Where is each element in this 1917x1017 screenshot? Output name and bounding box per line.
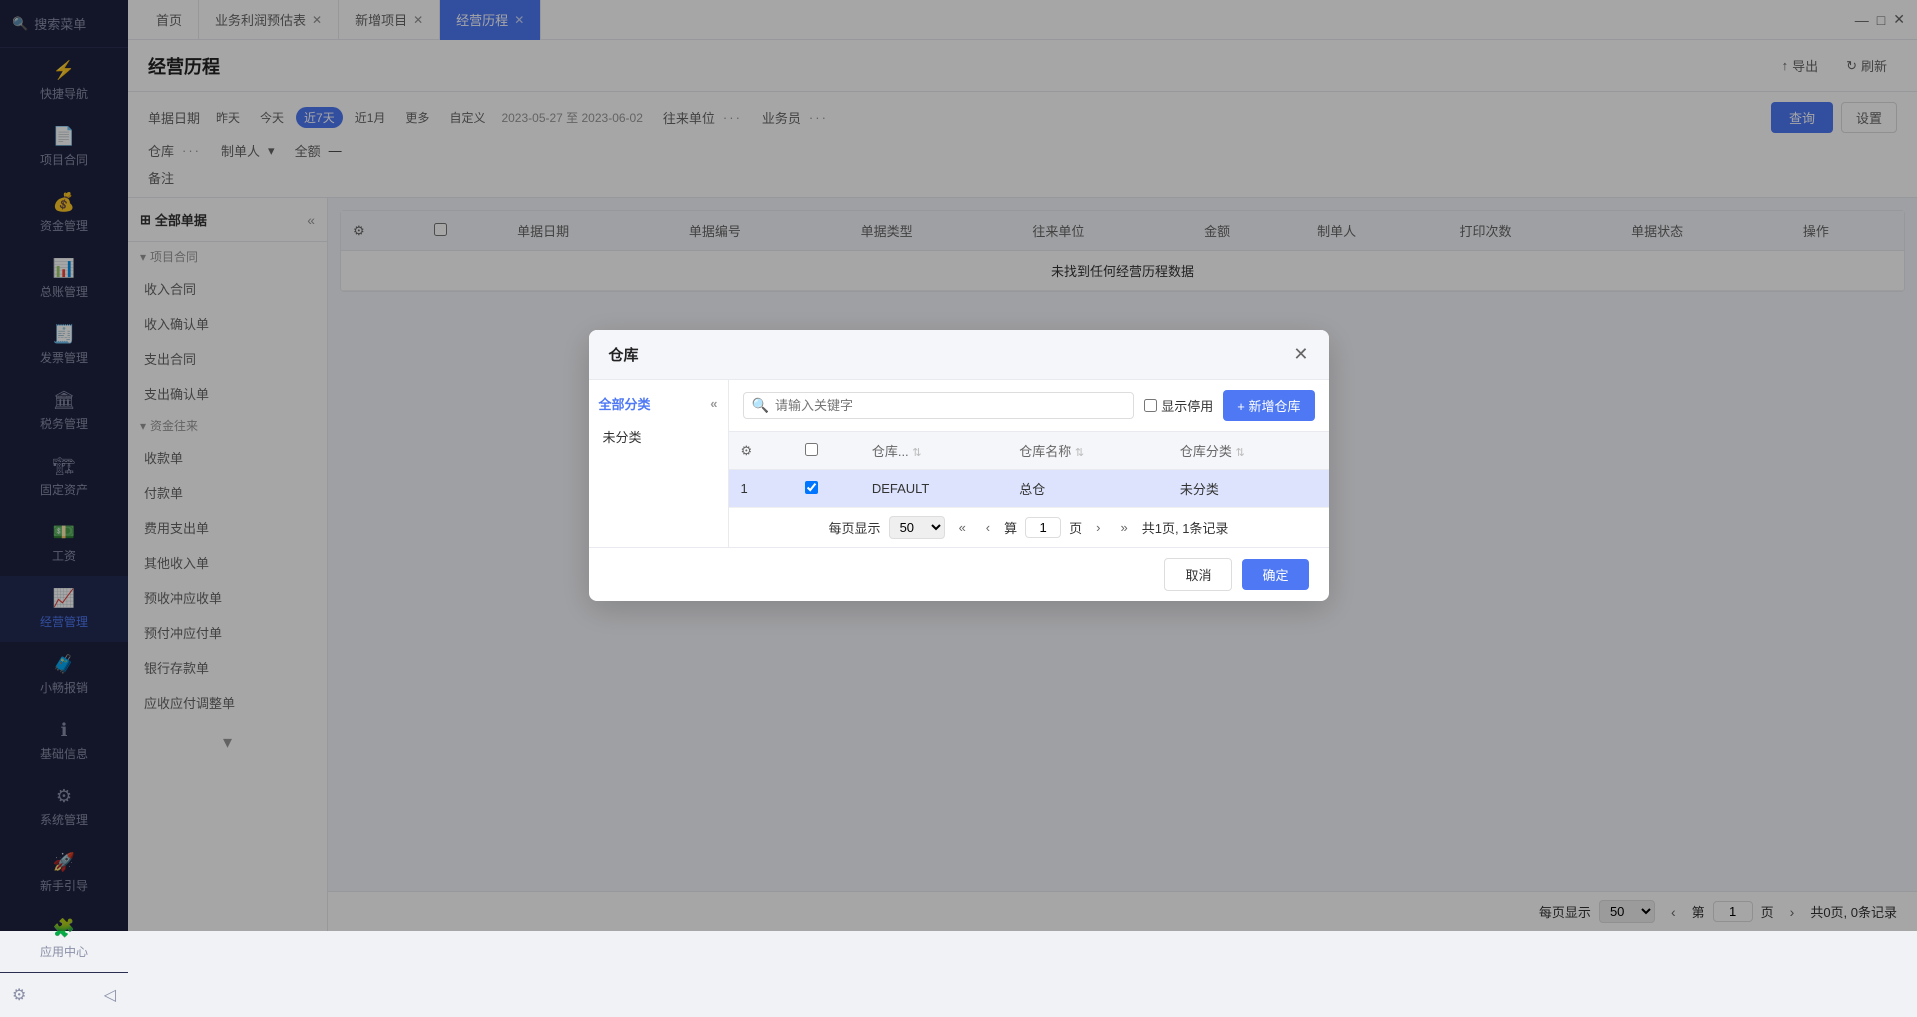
show-disabled-checkbox[interactable] — [1144, 399, 1157, 412]
modal-last-btn[interactable]: » — [1115, 518, 1134, 537]
modal-select-all[interactable] — [805, 443, 818, 456]
modal-search-box: 🔍 — [743, 392, 1135, 419]
modal-per-page-label: 每页显示 — [829, 518, 881, 537]
modal-category-unclassified[interactable]: 未分类 — [589, 419, 728, 454]
confirm-button[interactable]: 确定 — [1242, 559, 1308, 590]
volume-icon[interactable]: ◁ — [104, 985, 116, 1005]
modal-title: 仓库 — [609, 344, 639, 365]
mth-code: 仓库... ⇅ — [860, 432, 1007, 470]
row-name: 总仓 — [1007, 470, 1168, 508]
modal-prev-btn[interactable]: ‹ — [980, 518, 996, 537]
row-code: DEFAULT — [860, 470, 1007, 508]
modal-page-unit: 页 — [1069, 518, 1082, 537]
modal-table-area: ⚙ 仓库... ⇅ 仓库名称 ⇅ 仓库分类 ⇅ 1 DEFA — [729, 432, 1329, 508]
modal-first-btn[interactable]: « — [953, 518, 972, 537]
row-check — [793, 470, 860, 508]
settings-icon[interactable]: ⚙ — [12, 985, 26, 1005]
modal-page-label: 算 — [1004, 518, 1017, 537]
modal-pagination: 每页显示 50 100 « ‹ 算 页 › » 共1页, 1条记录 — [729, 508, 1329, 547]
warehouse-modal: 仓库 ✕ 全部分类 « 未分类 🔍 — [589, 330, 1329, 601]
modal-search-input[interactable] — [775, 398, 1125, 413]
mth-settings: ⚙ — [729, 432, 793, 470]
modal-actions: 取消 确定 — [589, 547, 1329, 601]
modal-overlay: 仓库 ✕ 全部分类 « 未分类 🔍 — [0, 0, 1917, 931]
add-warehouse-button[interactable]: + 新增仓库 — [1223, 390, 1314, 421]
modal-left-header: 全部分类 « — [589, 388, 728, 419]
table-row[interactable]: 1 DEFAULT 总仓 未分类 — [729, 470, 1329, 508]
modal-header: 仓库 ✕ — [589, 330, 1329, 380]
row-category: 未分类 — [1168, 470, 1329, 508]
left-collapse-btn[interactable]: « — [710, 396, 717, 411]
modal-next-btn[interactable]: › — [1090, 518, 1106, 537]
sidebar-item-label: 应用中心 — [40, 943, 88, 960]
show-disabled-label: 显示停用 — [1144, 396, 1213, 415]
modal-page-input[interactable] — [1025, 517, 1061, 538]
cancel-button[interactable]: 取消 — [1164, 558, 1232, 591]
modal-per-page-select[interactable]: 50 100 — [889, 516, 945, 539]
modal-categories: 全部分类 « 未分类 — [589, 380, 729, 547]
mth-check — [793, 432, 860, 470]
modal-close-button[interactable]: ✕ — [1293, 344, 1308, 365]
mth-name: 仓库名称 ⇅ — [1007, 432, 1168, 470]
modal-table: ⚙ 仓库... ⇅ 仓库名称 ⇅ 仓库分类 ⇅ 1 DEFA — [729, 432, 1329, 508]
all-categories-label[interactable]: 全部分类 — [599, 394, 651, 413]
category-label: 未分类 — [603, 430, 642, 445]
row-checkbox[interactable] — [805, 481, 818, 494]
modal-toolbar: 🔍 显示停用 + 新增仓库 — [729, 380, 1329, 432]
search-icon: 🔍 — [752, 397, 769, 414]
modal-right: 🔍 显示停用 + 新增仓库 ⚙ — [729, 380, 1329, 547]
modal-body: 全部分类 « 未分类 🔍 显示停用 — [589, 380, 1329, 547]
row-no: 1 — [729, 470, 793, 508]
mth-category: 仓库分类 ⇅ — [1168, 432, 1329, 470]
col-settings-icon[interactable]: ⚙ — [741, 443, 753, 458]
sidebar-bottom: ⚙ ◁ — [0, 972, 128, 1017]
show-disabled-text: 显示停用 — [1161, 396, 1213, 415]
modal-total: 共1页, 1条记录 — [1142, 518, 1229, 537]
